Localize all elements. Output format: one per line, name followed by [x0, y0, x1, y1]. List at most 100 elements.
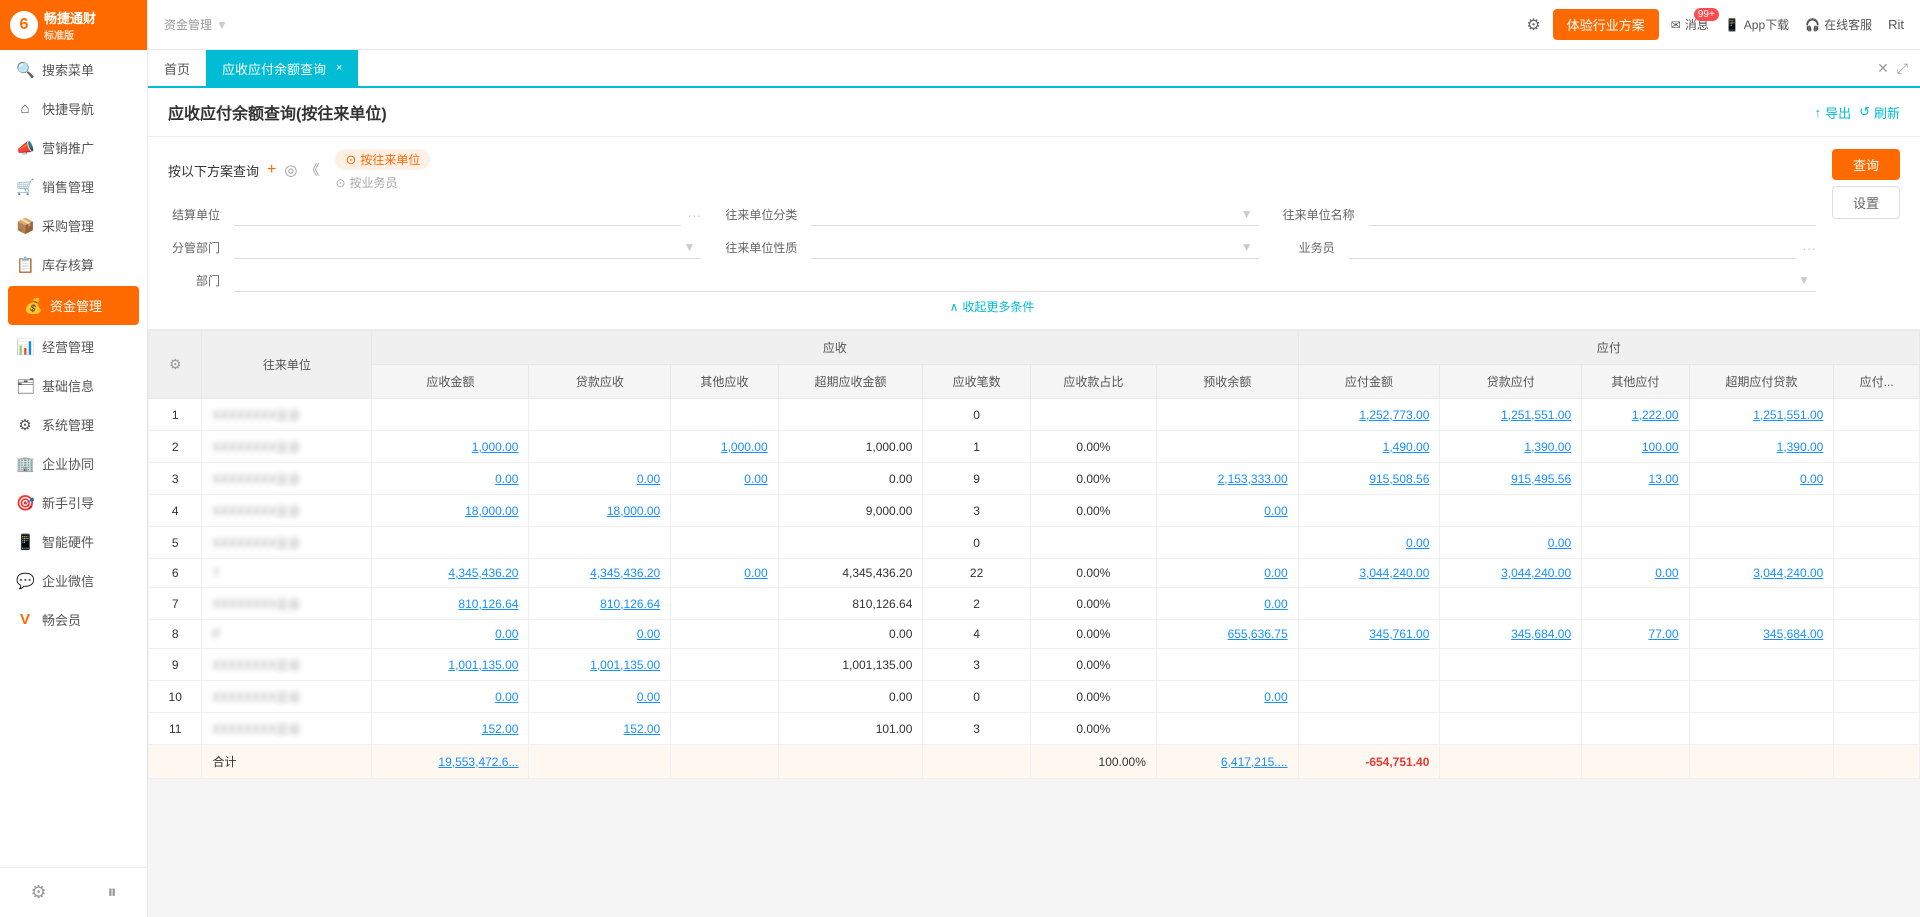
- table-cell[interactable]: 0.00: [1156, 588, 1298, 620]
- salesperson-input[interactable]: [1349, 236, 1796, 259]
- sidebar-item-system[interactable]: ⚙ 系统管理: [0, 405, 147, 444]
- table-cell[interactable]: [671, 495, 778, 527]
- sidebar-settings-btn[interactable]: ⚙: [22, 878, 54, 907]
- table-cell[interactable]: [1440, 713, 1582, 745]
- online-service-btn[interactable]: 🎧 在线客服: [1805, 16, 1872, 33]
- table-cell[interactable]: [372, 527, 529, 559]
- table-cell[interactable]: [671, 527, 778, 559]
- filter-scheme-btn[interactable]: ◎: [284, 161, 297, 179]
- table-cell[interactable]: [1298, 713, 1440, 745]
- table-cell[interactable]: 1,222.00: [1582, 399, 1689, 431]
- table-cell[interactable]: 0.00: [529, 620, 671, 649]
- tab-receivable[interactable]: 应收应付余额查询 ×: [206, 50, 358, 86]
- table-cell[interactable]: [1582, 649, 1689, 681]
- table-cell[interactable]: 18,000.00: [529, 495, 671, 527]
- table-cell[interactable]: [1582, 713, 1689, 745]
- table-cell[interactable]: [1689, 495, 1834, 527]
- table-cell[interactable]: 0.00: [1440, 527, 1582, 559]
- unit-category-select[interactable]: ▼: [811, 203, 1258, 226]
- table-cell[interactable]: [671, 588, 778, 620]
- table-cell[interactable]: [1298, 649, 1440, 681]
- sidebar-item-sales[interactable]: 🛒 销售管理: [0, 167, 147, 206]
- table-cell[interactable]: [529, 431, 671, 463]
- tab-close-icon[interactable]: ×: [336, 62, 342, 74]
- table-cell[interactable]: 77.00: [1582, 620, 1689, 649]
- window-close-icon[interactable]: ✕: [1877, 60, 1889, 77]
- messages-btn[interactable]: ✉ 消息 99+: [1671, 16, 1709, 33]
- sidebar-item-wechat[interactable]: 💬 企业微信: [0, 561, 147, 600]
- table-cell[interactable]: 1,001,135.00: [529, 649, 671, 681]
- sidebar-item-guide[interactable]: 🎯 新手引导: [0, 483, 147, 522]
- table-cell[interactable]: 3,044,240.00: [1298, 559, 1440, 588]
- table-cell[interactable]: 1,000.00: [671, 431, 778, 463]
- table-cell[interactable]: [1582, 527, 1689, 559]
- table-cell[interactable]: 1,000.00: [372, 431, 529, 463]
- managing-dept-select[interactable]: ▼: [234, 236, 701, 259]
- table-cell[interactable]: 0.00: [1582, 559, 1689, 588]
- table-cell[interactable]: 345,684.00: [1689, 620, 1834, 649]
- table-cell[interactable]: [1156, 527, 1298, 559]
- table-cell[interactable]: [1582, 681, 1689, 713]
- table-cell[interactable]: 1,490.00: [1298, 431, 1440, 463]
- table-cell[interactable]: [1689, 588, 1834, 620]
- table-cell[interactable]: 3,044,240.00: [1440, 559, 1582, 588]
- table-cell[interactable]: 810,126.64: [372, 588, 529, 620]
- table-cell[interactable]: [671, 620, 778, 649]
- table-cell[interactable]: [1156, 649, 1298, 681]
- table-cell[interactable]: [1156, 713, 1298, 745]
- settlement-unit-input[interactable]: [234, 203, 681, 226]
- col-settings[interactable]: ⚙: [149, 331, 202, 399]
- table-cell[interactable]: [1298, 681, 1440, 713]
- table-cell[interactable]: [1689, 681, 1834, 713]
- table-cell[interactable]: [1156, 431, 1298, 463]
- table-cell[interactable]: 152.00: [372, 713, 529, 745]
- table-cell[interactable]: 0.00: [529, 681, 671, 713]
- app-download-btn[interactable]: 📱 App下载: [1725, 16, 1789, 33]
- table-cell[interactable]: [1582, 495, 1689, 527]
- settlement-unit-dots[interactable]: ···: [687, 207, 701, 223]
- table-cell[interactable]: [1582, 588, 1689, 620]
- sidebar-item-inventory[interactable]: 📋 库存核算: [0, 245, 147, 284]
- table-cell[interactable]: 1,390.00: [1440, 431, 1582, 463]
- table-cell[interactable]: 1,390.00: [1689, 431, 1834, 463]
- table-cell[interactable]: [671, 399, 778, 431]
- table-cell[interactable]: 0.00: [1156, 495, 1298, 527]
- tab-home[interactable]: 首页: [148, 50, 206, 86]
- filter-collapse-btn[interactable]: 《: [305, 160, 319, 180]
- sidebar-item-basic-info[interactable]: 🗂 基础信息: [0, 366, 147, 405]
- table-cell[interactable]: 915,495.56: [1440, 463, 1582, 495]
- table-cell[interactable]: 152.00: [529, 713, 671, 745]
- sidebar-item-smart-hw[interactable]: 📱 智能硬件: [0, 522, 147, 561]
- sidebar-item-quick-nav[interactable]: ⌂ 快捷导航: [0, 89, 147, 128]
- filter-add-btn[interactable]: +: [267, 161, 276, 179]
- refresh-btn[interactable]: ↺ 刷新: [1859, 103, 1900, 122]
- filter-collapse-row[interactable]: ∧ 收起更多条件: [168, 292, 1816, 317]
- table-cell[interactable]: [671, 649, 778, 681]
- table-cell[interactable]: 810,126.64: [529, 588, 671, 620]
- table-cell[interactable]: 0.00: [372, 620, 529, 649]
- table-cell[interactable]: [671, 713, 778, 745]
- table-cell[interactable]: 1,251,551.00: [1440, 399, 1582, 431]
- table-cell[interactable]: 18,000.00: [372, 495, 529, 527]
- sidebar-item-search-menu[interactable]: 🔍 搜索菜单: [0, 50, 147, 89]
- table-cell[interactable]: 0.00: [372, 463, 529, 495]
- table-cell[interactable]: 0.00: [1156, 681, 1298, 713]
- table-cell[interactable]: [1298, 588, 1440, 620]
- salesperson-dots[interactable]: ···: [1802, 240, 1816, 256]
- query-button[interactable]: 查询: [1832, 149, 1900, 180]
- table-cell[interactable]: [1689, 649, 1834, 681]
- table-cell[interactable]: 4,345,436.20: [372, 559, 529, 588]
- settings-gear-icon[interactable]: ⚙: [1526, 15, 1540, 35]
- table-cell[interactable]: 915,508.56: [1298, 463, 1440, 495]
- table-cell[interactable]: [671, 681, 778, 713]
- table-cell[interactable]: 3,044,240.00: [1689, 559, 1834, 588]
- table-cell[interactable]: 0.00: [372, 681, 529, 713]
- table-cell[interactable]: [1440, 649, 1582, 681]
- table-cell[interactable]: 0.00: [1689, 463, 1834, 495]
- table-cell[interactable]: 1,252,773.00: [1298, 399, 1440, 431]
- dept-select[interactable]: ▼: [234, 269, 1816, 292]
- settings-button[interactable]: 设置: [1832, 186, 1900, 219]
- table-cell[interactable]: [1689, 713, 1834, 745]
- sidebar-item-marketing[interactable]: 📣 营销推广: [0, 128, 147, 167]
- table-cell[interactable]: 4,345,436.20: [529, 559, 671, 588]
